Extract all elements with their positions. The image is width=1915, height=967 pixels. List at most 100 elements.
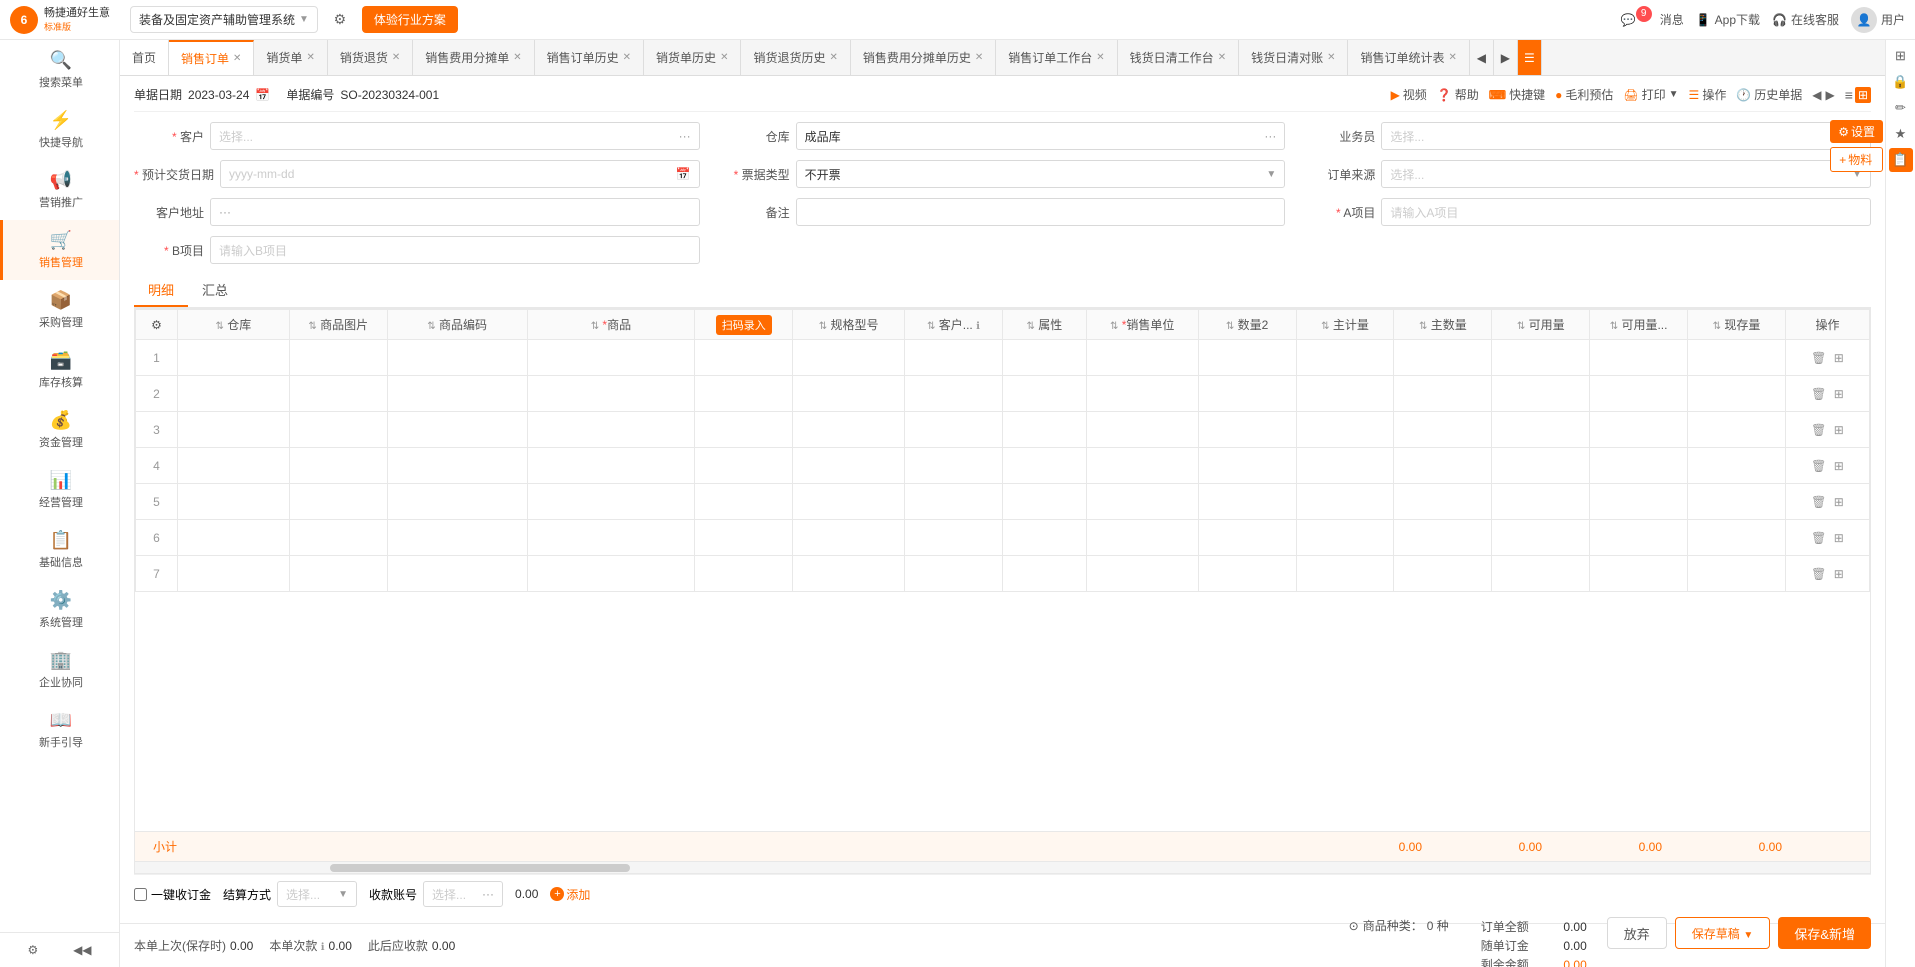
col-spec[interactable]: ⇅ 规格型号 (793, 310, 905, 340)
row-delete-7[interactable]: 🗑 (1811, 567, 1826, 581)
address-ellipsis-btn[interactable]: ··· (219, 205, 231, 219)
remarks-input[interactable] (796, 198, 1286, 226)
sidebar-item-purchase[interactable]: 📦 采购管理 (0, 280, 119, 340)
account-select[interactable]: 选择... ··· (423, 881, 503, 907)
sidebar-item-search[interactable]: 🔍 搜索菜单 (0, 40, 119, 100)
sales-rep-input[interactable]: 选择... ··· (1381, 122, 1871, 150)
tab-sales-order[interactable]: 销售订单 ✕ (169, 40, 254, 76)
system-selector[interactable]: 装备及固定资产辅助管理系统 ▼ (130, 6, 318, 33)
b-project-input[interactable]: 请输入B项目 (210, 236, 700, 264)
row-copy-4[interactable]: ⊞ (1834, 459, 1844, 473)
tab-daily-reconcile[interactable]: 钱货日清对账 ✕ (1239, 40, 1348, 76)
col-stock[interactable]: ⇅ 现存量 (1688, 310, 1786, 340)
sidebar-item-enterprise[interactable]: 🏢 企业协同 (0, 640, 119, 700)
customer-input[interactable]: 选择... ··· (210, 122, 700, 150)
col-warehouse[interactable]: ⇅ 仓库 (177, 310, 289, 340)
row-copy-1[interactable]: ⊞ (1834, 351, 1844, 365)
next-record-icon[interactable]: ▶ (1826, 88, 1835, 102)
tab-close-sales-expense[interactable]: ✕ (513, 52, 521, 63)
print-btn[interactable]: 🖨 打印 ▼ (1623, 86, 1678, 103)
delivery-date-input[interactable]: yyyy-mm-dd 📅 (220, 160, 700, 188)
help-btn[interactable]: ❓ 帮助 (1437, 86, 1479, 103)
app-download-button[interactable]: 📱 App下载 (1696, 11, 1760, 28)
tab-close-order-history[interactable]: ✕ (623, 52, 631, 63)
col-available[interactable]: ⇅ 可用量 (1492, 310, 1590, 340)
tab-prev-btn[interactable]: ◀ (1470, 40, 1494, 76)
row-copy-3[interactable]: ⊞ (1834, 423, 1844, 437)
row-copy-2[interactable]: ⊞ (1834, 387, 1844, 401)
message-button[interactable]: 💬 9 消息 (1621, 11, 1684, 28)
tab-close-daily-reconcile[interactable]: ✕ (1327, 52, 1335, 63)
tab-sales-expense[interactable]: 销售费用分摊单 ✕ (413, 40, 534, 76)
invoice-type-select[interactable]: 不开票 ▼ (796, 160, 1286, 188)
sidebar-item-finance[interactable]: 💰 资金管理 (0, 400, 119, 460)
col-code[interactable]: ⇅ 商品编码 (387, 310, 527, 340)
save-new-button[interactable]: 保存&新增 (1778, 917, 1871, 949)
tab-more-btn[interactable]: ☰ (1518, 40, 1542, 76)
tab-close-invoice-history[interactable]: ✕ (720, 52, 728, 63)
row-copy-6[interactable]: ⊞ (1834, 531, 1844, 545)
view-btn[interactable]: ▶ 视频 (1391, 86, 1427, 103)
tab-order-summary[interactable]: 销售订单统计表 ✕ (1348, 40, 1469, 76)
row-delete-2[interactable]: 🗑 (1811, 387, 1826, 401)
tab-close-daily-workbench[interactable]: ✕ (1218, 52, 1226, 63)
prev-record-icon[interactable]: ◀ (1812, 88, 1821, 102)
tab-close-return-history[interactable]: ✕ (829, 52, 837, 63)
list-view-icon[interactable]: ≡ (1845, 87, 1853, 103)
tab-sales-return[interactable]: 销货退货 ✕ (328, 40, 413, 76)
tab-order-history[interactable]: 销售订单历史 ✕ (535, 40, 644, 76)
col-unit[interactable]: ⇅ *销售单位 (1086, 310, 1198, 340)
tab-close-sales-invoice[interactable]: ✕ (306, 52, 314, 63)
sidebar-item-quick[interactable]: ⚡ 快捷导航 (0, 100, 119, 160)
settings-bottom-icon[interactable]: ⚙ (27, 943, 38, 957)
right-action-btn-5[interactable]: 📋 (1889, 148, 1913, 172)
sidebar-item-marketing[interactable]: 📢 营销推广 (0, 160, 119, 220)
warehouse-input[interactable]: 成品库 ··· (796, 122, 1286, 150)
row-delete-3[interactable]: 🗑 (1811, 423, 1826, 437)
scroll-bar-area[interactable] (134, 862, 1871, 874)
discard-button[interactable]: 放弃 (1607, 917, 1667, 949)
sidebar-item-sales[interactable]: 🛒 销售管理 (0, 220, 119, 280)
settings-quick-btn[interactable]: ⚙ 设置 (1830, 120, 1883, 143)
tab-expense-history[interactable]: 销售费用分摊单历史 ✕ (851, 40, 996, 76)
sidebar-item-basic[interactable]: 📋 基础信息 (0, 520, 119, 580)
one-click-checkbox[interactable]: 一键收订金 (134, 886, 211, 903)
grid-view-icon[interactable]: ⊞ (1855, 87, 1871, 103)
order-source-select[interactable]: 选择... ▼ (1381, 160, 1871, 188)
row-delete-6[interactable]: 🗑 (1811, 531, 1826, 545)
col-available2[interactable]: ⇅ 可用量... (1590, 310, 1688, 340)
tab-home[interactable]: 首页 (120, 40, 169, 76)
online-service-button[interactable]: 🎧 在线客服 (1772, 11, 1839, 28)
row-copy-7[interactable]: ⊞ (1834, 567, 1844, 581)
user-menu[interactable]: 👤 用户 (1851, 7, 1905, 33)
col-customer-attr[interactable]: ⇅ 客户... ℹ (905, 310, 1003, 340)
col-main-unit[interactable]: ⇅ 主计量 (1296, 310, 1394, 340)
history-btn[interactable]: 🕐 历史单据 (1736, 86, 1802, 103)
sidebar-item-system[interactable]: ⚙️ 系统管理 (0, 580, 119, 640)
add-material-btn[interactable]: + 物料 (1830, 147, 1883, 172)
a-project-input[interactable]: 请输入A项目 (1381, 198, 1871, 226)
sidebar-item-guide[interactable]: 📖 新手引导 (0, 700, 119, 760)
tab-invoice-history[interactable]: 销货单历史 ✕ (644, 40, 741, 76)
tab-close-sales-order[interactable]: ✕ (233, 53, 241, 64)
customer-address-input[interactable]: ··· (210, 198, 700, 226)
tab-close-expense-history[interactable]: ✕ (975, 52, 983, 63)
settings-icon[interactable]: ⚙ (326, 6, 354, 34)
scroll-thumb[interactable] (330, 864, 630, 872)
operation-btn[interactable]: ☰ 操作 (1689, 86, 1727, 103)
industry-button[interactable]: 体验行业方案 (362, 6, 458, 33)
tab-close-order-summary[interactable]: ✕ (1449, 52, 1457, 63)
shortcut-btn[interactable]: ⌨ 快捷键 (1489, 86, 1545, 103)
tab-summary[interactable]: 汇总 (188, 274, 242, 307)
payment-method-select[interactable]: 选择... ▼ (277, 881, 357, 907)
row-delete-4[interactable]: 🗑 (1811, 459, 1826, 473)
customer-ellipsis-btn[interactable]: ··· (679, 129, 691, 143)
tab-order-workbench[interactable]: 销售订单工作台 ✕ (996, 40, 1117, 76)
right-action-btn-3[interactable]: ✏ (1889, 96, 1913, 120)
sidebar-item-operations[interactable]: 📊 经营管理 (0, 460, 119, 520)
row-delete-5[interactable]: 🗑 (1811, 495, 1826, 509)
tab-close-order-workbench[interactable]: ✕ (1096, 52, 1104, 63)
add-payment-btn[interactable]: + 添加 (550, 886, 590, 903)
profit-btn[interactable]: ● 毛利预估 (1555, 86, 1613, 103)
col-main-qty[interactable]: ⇅ 主数量 (1394, 310, 1492, 340)
